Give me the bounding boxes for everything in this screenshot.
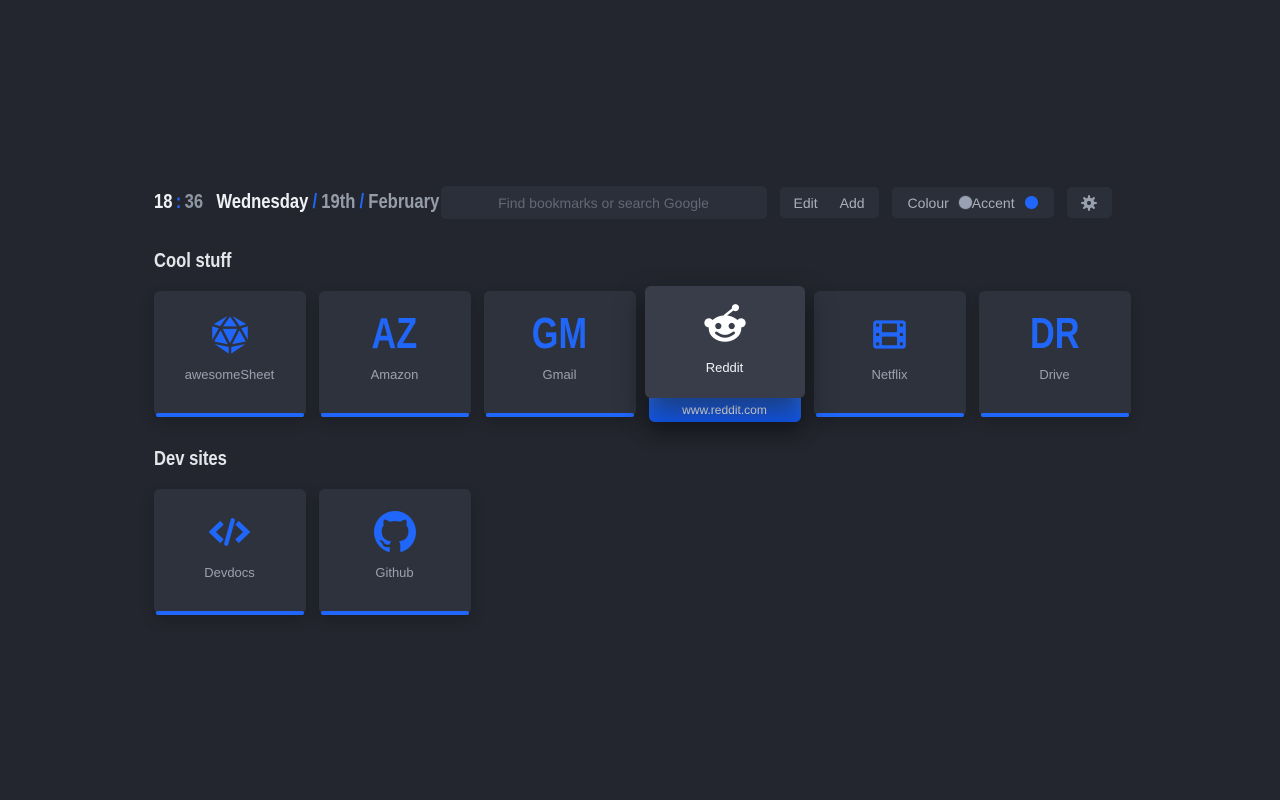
add-button[interactable]: Add	[829, 187, 876, 218]
section-title: Dev sites	[154, 444, 1127, 467]
dice-d20-icon	[207, 309, 253, 359]
bookmark-grid: Devdocs Github	[154, 489, 1127, 614]
clock-minutes: 36	[184, 191, 202, 213]
theme-controls-group: Colour Accent	[892, 187, 1054, 218]
bookmark-card-drive[interactable]: DR Drive	[979, 291, 1131, 416]
bookmark-grid: awesomeSheet AZ Amazon GM Gmail	[154, 291, 1127, 416]
colour-swatch[interactable]	[959, 196, 972, 209]
section-title: Cool stuff	[154, 246, 1127, 269]
bookmark-cell-reddit: Reddit www.reddit.com	[649, 291, 801, 416]
bookmark-label: Amazon	[371, 367, 419, 382]
clock-separator: :	[175, 191, 181, 213]
bookmark-card-amazon[interactable]: AZ Amazon	[319, 291, 471, 416]
github-icon	[374, 507, 416, 557]
bookmark-label: Drive	[1039, 367, 1069, 382]
bookmark-label: Github	[375, 565, 413, 580]
accent-swatch[interactable]	[1025, 196, 1038, 209]
bookmark-card-gmail[interactable]: GM Gmail	[484, 291, 636, 416]
bookmark-card-awesomesheet[interactable]: awesomeSheet	[154, 291, 306, 416]
bookmark-label: awesomeSheet	[185, 367, 275, 382]
bookmark-card-netflix[interactable]: Netflix	[814, 291, 966, 416]
bookmark-label: Reddit	[706, 360, 744, 375]
reddit-alien-icon	[699, 300, 751, 350]
bookmark-label: Gmail	[543, 367, 577, 382]
date-slash: /	[312, 191, 317, 213]
bookmark-initials: GM	[524, 309, 595, 359]
bookmark-label: Netflix	[871, 367, 907, 382]
section-cool-stuff: Cool stuff awesomeSheet AZ	[154, 246, 1127, 416]
bookmark-card-devdocs[interactable]: Devdocs	[154, 489, 306, 614]
film-icon	[871, 309, 908, 359]
date-weekday: Wednesday	[216, 191, 308, 213]
clock-date-block: 18:36Wednesday/19th/February	[154, 191, 428, 214]
bookmark-label: Devdocs	[204, 565, 255, 580]
bookmark-initials: DR	[1023, 309, 1087, 359]
bookmark-url-tooltip: www.reddit.com	[649, 398, 801, 422]
gear-icon	[1079, 193, 1099, 213]
accent-label: Accent	[972, 195, 1015, 211]
section-dev-sites: Dev sites Devdocs	[154, 444, 1127, 614]
bookmark-initials: AZ	[365, 309, 424, 359]
settings-button[interactable]	[1067, 187, 1112, 218]
code-icon	[208, 507, 251, 557]
bookmark-card-reddit[interactable]: Reddit	[645, 286, 805, 398]
clock: 18:36	[154, 191, 203, 213]
bookmark-card-github[interactable]: Github	[319, 489, 471, 614]
edit-add-group: Edit Add	[780, 187, 879, 218]
topbar: 18:36Wednesday/19th/February Edit Add Co…	[154, 187, 1127, 218]
colour-label: Colour	[908, 195, 949, 211]
date: Wednesday/19th/February	[216, 191, 439, 213]
new-tab-dashboard: 18:36Wednesday/19th/February Edit Add Co…	[154, 0, 1127, 614]
edit-button[interactable]: Edit	[783, 187, 829, 218]
date-day: 19th	[321, 191, 355, 213]
date-month: February	[368, 191, 439, 213]
date-slash: /	[359, 191, 364, 213]
clock-hours: 18	[154, 191, 172, 213]
search-input[interactable]	[441, 186, 767, 219]
